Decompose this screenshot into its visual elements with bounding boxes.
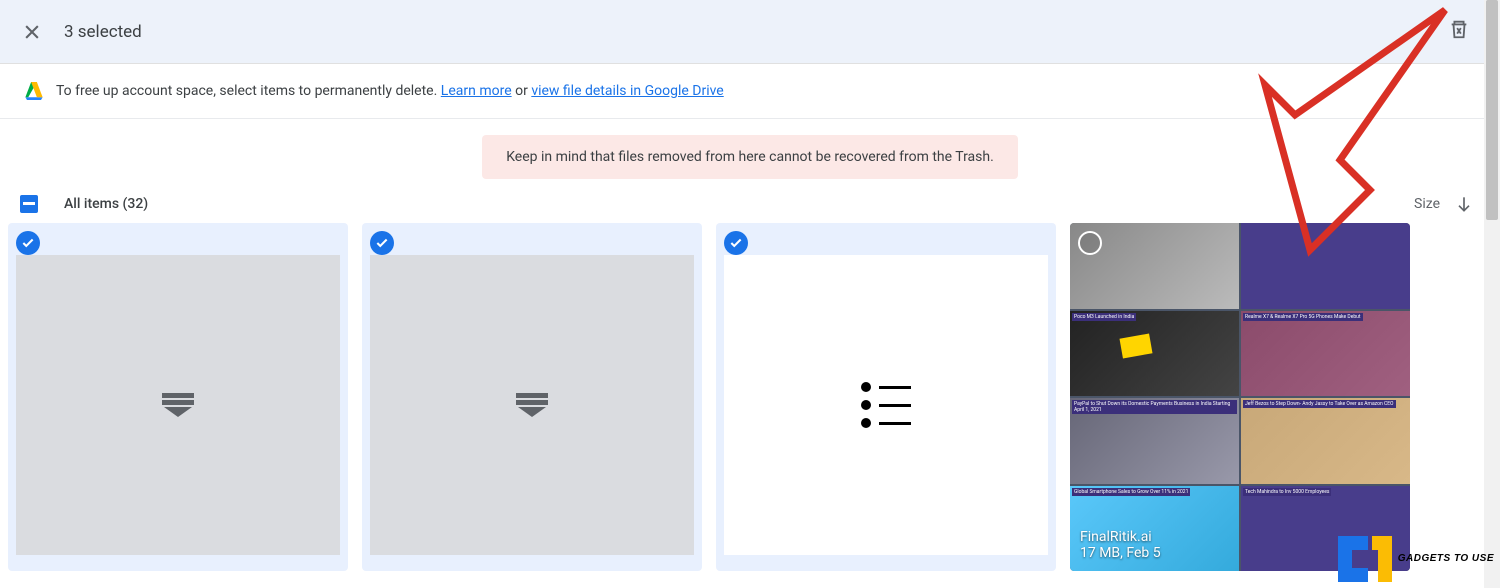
selected-count: 3 selected xyxy=(64,22,142,42)
file-type-icon xyxy=(853,374,919,436)
list-header: All items (32) Size xyxy=(0,195,1500,213)
watermark: GADGETS TO USE xyxy=(1336,534,1494,582)
learn-more-link[interactable]: Learn more xyxy=(441,83,512,99)
file-card[interactable] xyxy=(716,223,1056,571)
watermark-logo-icon xyxy=(1336,534,1394,582)
file-grid: Poco M3 Launched in India Realme X7 & Re… xyxy=(0,223,1500,571)
close-icon[interactable] xyxy=(20,20,44,44)
file-meta: FinalRitik.ai 17 MB, Feb 5 xyxy=(1080,529,1161,561)
warning-banner: Keep in mind that files removed from her… xyxy=(482,135,1018,179)
unselected-circle-icon[interactable] xyxy=(1078,231,1102,255)
sort-by-label[interactable]: Size xyxy=(1414,196,1440,212)
selected-check-icon[interactable] xyxy=(724,231,748,255)
file-preview xyxy=(370,255,694,555)
sort-controls: Size xyxy=(1414,194,1474,214)
selected-check-icon[interactable] xyxy=(370,231,394,255)
file-card[interactable]: Poco M3 Launched in India Realme X7 & Re… xyxy=(1070,223,1410,571)
delete-forever-icon[interactable] xyxy=(1448,18,1472,42)
select-all-checkbox[interactable] xyxy=(20,195,38,213)
sort-direction-icon[interactable] xyxy=(1454,194,1474,214)
scrollbar[interactable] xyxy=(1484,0,1500,588)
file-preview xyxy=(724,255,1048,555)
all-items-label: All items (32) xyxy=(64,196,148,212)
scroll-thumb[interactable] xyxy=(1486,0,1498,220)
file-type-icon xyxy=(162,393,194,417)
selection-header: 3 selected xyxy=(0,0,1500,64)
info-text: To free up account space, select items t… xyxy=(56,83,724,99)
file-size-date: 17 MB, Feb 5 xyxy=(1080,545,1161,561)
file-card[interactable] xyxy=(362,223,702,571)
view-details-link[interactable]: view file details in Google Drive xyxy=(531,83,723,99)
google-drive-icon xyxy=(24,82,44,100)
file-preview xyxy=(16,255,340,555)
info-or: or xyxy=(515,83,531,99)
selected-check-icon[interactable] xyxy=(16,231,40,255)
info-text-before: To free up account space, select items t… xyxy=(56,83,437,99)
file-card[interactable] xyxy=(8,223,348,571)
watermark-text: GADGETS TO USE xyxy=(1398,553,1494,564)
file-name: FinalRitik.ai xyxy=(1080,529,1161,545)
file-type-icon xyxy=(516,393,548,417)
image-thumbnail: Poco M3 Launched in India Realme X7 & Re… xyxy=(1070,223,1410,571)
info-bar: To free up account space, select items t… xyxy=(0,64,1500,119)
